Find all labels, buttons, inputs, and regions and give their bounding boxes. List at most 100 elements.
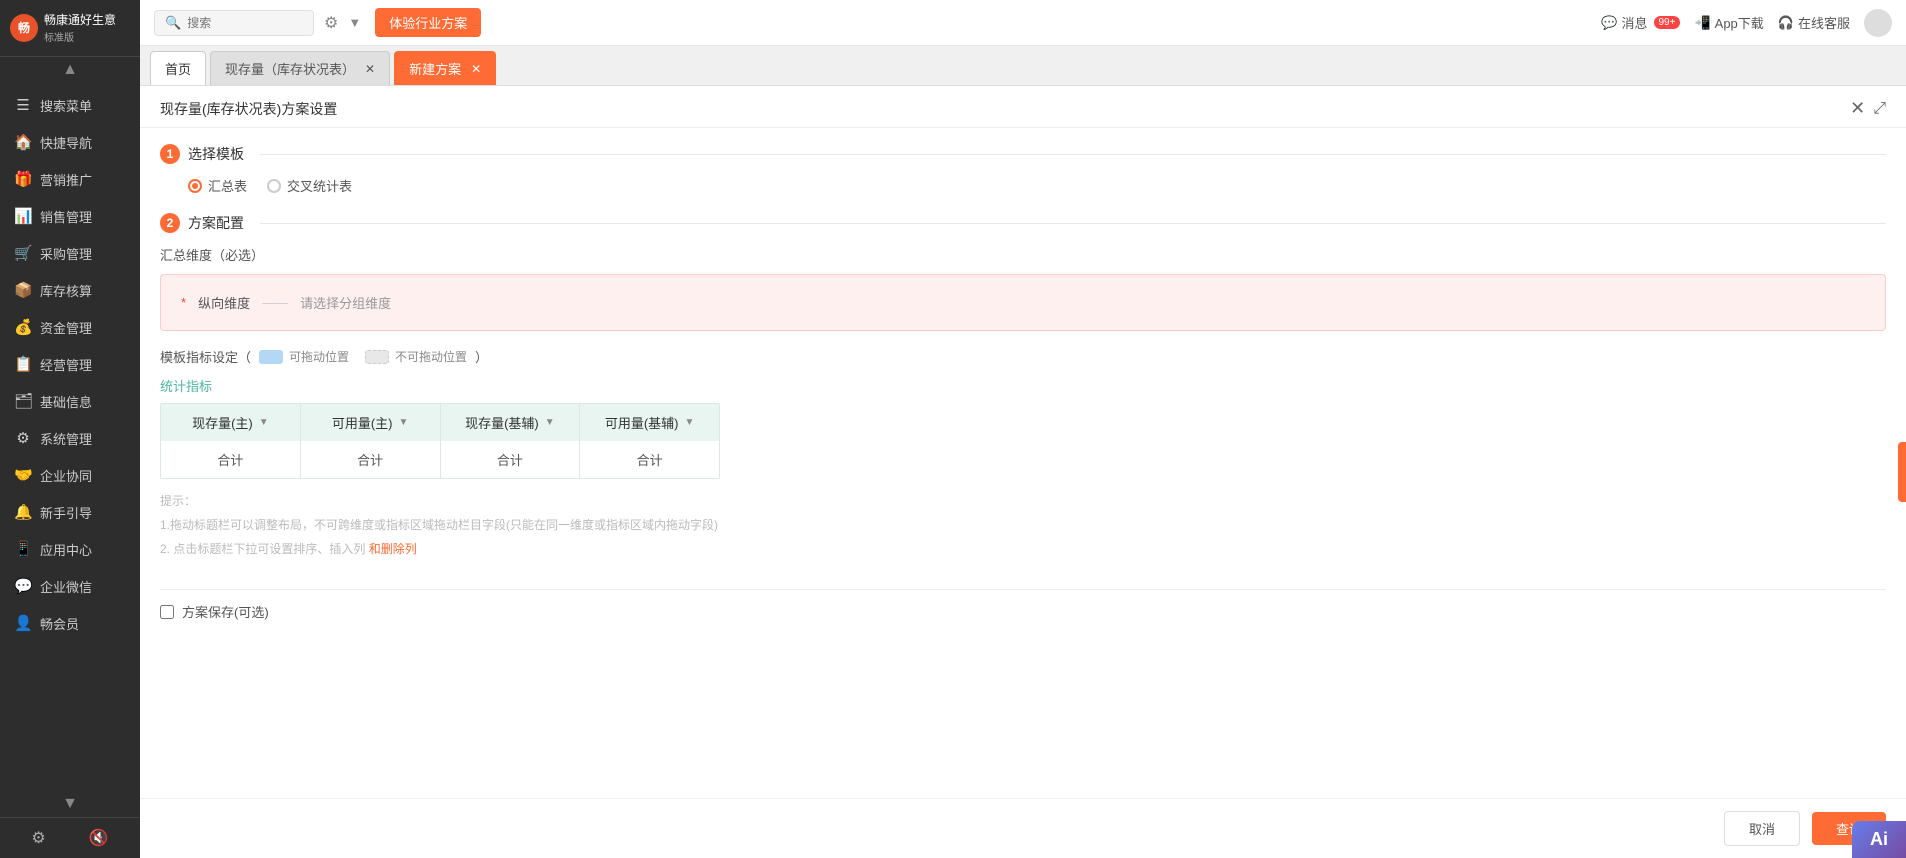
stats-header-label-3: 可用量(基辅)	[605, 413, 679, 432]
stats-table-body: 合计 合计 合计 合计	[161, 441, 719, 478]
page-header: 现存量(库存状况表)方案设置 ✕ ⤢	[140, 86, 1906, 128]
sidebar-item-quick-nav[interactable]: 🏠 快捷导航	[0, 124, 140, 161]
money-icon: 💰	[14, 318, 32, 336]
message-icon: 💬	[1601, 15, 1617, 31]
chevron-down-icon-3[interactable]: ▼	[685, 417, 695, 428]
page-header-controls: ✕ ⤢	[1850, 98, 1886, 119]
settings-icon[interactable]: ⚙	[324, 13, 338, 33]
cancel-button[interactable]: 取消	[1724, 811, 1800, 846]
metrics-config-label-text: 模板指标设定（	[160, 347, 251, 366]
dimension-placeholder[interactable]: 请选择分组维度	[300, 293, 391, 312]
tips-section: 提示： 1.拖动标题栏可以调整布局，不可跨维度或指标区域拖动栏目字段(只能在同一…	[160, 479, 1886, 571]
sidebar-item-search-menu[interactable]: ☰ 搜索菜单	[0, 87, 140, 124]
draggable-label: 可拖动位置	[289, 348, 349, 365]
sidebar-item-system[interactable]: ⚙ 系统管理	[0, 420, 140, 457]
user-icon: 👤	[14, 614, 32, 632]
tip2-highlight: 和删除列	[369, 542, 417, 556]
stats-header-col-0[interactable]: 现存量(主) ▼	[161, 404, 301, 441]
sidebar-item-member[interactable]: 👤 畅会员	[0, 605, 140, 642]
trial-button[interactable]: 体验行业方案	[375, 8, 481, 37]
stats-header-col-3[interactable]: 可用量(基辅) ▼	[580, 404, 719, 441]
ai-badge[interactable]: Ai	[1852, 821, 1906, 858]
main-area: 🔍 ⚙ ▼ 体验行业方案 💬 消息 99+ 📲 App下载 🎧 在线客服	[140, 0, 1906, 858]
metrics-config-suffix: ）	[475, 347, 488, 366]
sidebar-scroll-up[interactable]: ▲	[0, 57, 140, 83]
chart-icon: 📊	[14, 207, 32, 225]
section2-header: 2 方案配置	[160, 213, 1886, 233]
sidebar-item-label: 畅会员	[40, 614, 79, 633]
search-icon: 🔍	[165, 15, 181, 31]
sidebar-item-label: 销售管理	[40, 207, 92, 226]
home-icon: 🏠	[14, 133, 32, 151]
sidebar-item-basic-info[interactable]: 🗂 基础信息	[0, 383, 140, 420]
sound-button[interactable]: 🔇	[89, 828, 109, 848]
chevron-down-icon-2[interactable]: ▼	[545, 417, 555, 428]
stats-section-label: 统计指标	[160, 376, 1886, 395]
message-action[interactable]: 💬 消息 99+	[1601, 13, 1680, 32]
radio-summary-circle	[188, 179, 202, 193]
tab-close-new-scheme[interactable]: ✕	[471, 62, 481, 76]
settings-button[interactable]: ⚙	[31, 828, 45, 848]
sidebar-item-app-center[interactable]: 📱 应用中心	[0, 531, 140, 568]
save-option: 方案保存(可选)	[160, 589, 1886, 633]
right-scroll-handle[interactable]	[1898, 442, 1906, 502]
header-expand-button[interactable]: ⤢	[1873, 98, 1886, 119]
chevron-down-icon-0[interactable]: ▼	[259, 417, 269, 428]
sidebar-item-corp-pact[interactable]: 🤝 企业协同	[0, 457, 140, 494]
bottom-actions: 取消 查询	[140, 798, 1906, 858]
app-download-action[interactable]: 📲 App下载	[1694, 13, 1763, 32]
chevron-down-icon-1[interactable]: ▼	[399, 417, 409, 428]
radio-cross[interactable]: 交叉统计表	[267, 176, 352, 195]
message-label: 消息	[1621, 13, 1647, 32]
template-options: 汇总表 交叉统计表	[160, 176, 1886, 195]
dimension-label: 汇总维度（必选）	[160, 245, 1886, 264]
sidebar-item-inventory[interactable]: 📦 库存核算	[0, 272, 140, 309]
online-service-action[interactable]: 🎧 在线客服	[1778, 13, 1850, 32]
clipboard-icon: 📋	[14, 355, 32, 373]
section1-divider	[260, 154, 1886, 155]
save-checkbox[interactable]	[160, 605, 174, 619]
section-scheme-config: 2 方案配置 汇总维度（必选） * 纵向维度 —— 请选择分组维度	[160, 213, 1886, 571]
sidebar-item-new-guide[interactable]: 🔔 新手引导	[0, 494, 140, 531]
sidebar-item-label: 应用中心	[40, 540, 92, 559]
header-close-button[interactable]: ✕	[1850, 98, 1865, 119]
radio-cross-label: 交叉统计表	[287, 176, 352, 195]
radio-summary-label: 汇总表	[208, 176, 247, 195]
radio-summary[interactable]: 汇总表	[188, 176, 247, 195]
box-icon: 📦	[14, 281, 32, 299]
dropdown-icon[interactable]: ▼	[348, 15, 361, 30]
section2-number: 2	[160, 213, 180, 233]
sidebar-item-marketing[interactable]: 🎁 营销推广	[0, 161, 140, 198]
search-input[interactable]	[187, 16, 287, 30]
sidebar-item-operations[interactable]: 📋 经营管理	[0, 346, 140, 383]
tip-label: 提示：	[160, 489, 1886, 513]
sidebar-item-label: 快捷导航	[40, 133, 92, 152]
section1-number: 1	[160, 144, 180, 164]
sidebar-item-sales[interactable]: 📊 销售管理	[0, 198, 140, 235]
wechat-icon: 💬	[14, 577, 32, 595]
sidebar-item-label: 库存核算	[40, 281, 92, 300]
form-body: 1 选择模板 汇总表 交叉统计表	[140, 128, 1906, 713]
dimension-config: 汇总维度（必选） * 纵向维度 —— 请选择分组维度 模板指标设定（	[160, 245, 1886, 479]
stats-header-col-1[interactable]: 可用量(主) ▼	[301, 404, 441, 441]
section1-title: 选择模板	[188, 144, 244, 164]
gear-icon: ⚙	[14, 429, 32, 447]
tab-bar: 首页 现存量（库存状况表） ✕ 新建方案 ✕	[140, 46, 1906, 86]
tab-home[interactable]: 首页	[150, 51, 206, 85]
app-download-label: App下载	[1715, 13, 1764, 32]
tab-close-inventory[interactable]: ✕	[365, 62, 375, 76]
sidebar-item-finance[interactable]: 💰 资金管理	[0, 309, 140, 346]
app-logo-icon: 畅	[10, 14, 38, 42]
stats-header-label-1: 可用量(主)	[332, 413, 393, 432]
tab-inventory-status[interactable]: 现存量（库存状况表） ✕	[210, 51, 390, 85]
sidebar-item-wechat[interactable]: 💬 企业微信	[0, 568, 140, 605]
sidebar-item-label: 系统管理	[40, 429, 92, 448]
stats-header-col-2[interactable]: 现存量(基辅) ▼	[441, 404, 581, 441]
tab-new-scheme[interactable]: 新建方案 ✕	[394, 51, 496, 85]
sidebar-item-purchase[interactable]: 🛒 采购管理	[0, 235, 140, 272]
sidebar: 畅 畅康通好生意 标准版 ▲ ☰ 搜索菜单 🏠 快捷导航 🎁 营销推广 📊 销售…	[0, 0, 140, 858]
sidebar-scroll-down[interactable]: ▼	[0, 791, 140, 817]
non-draggable-label: 不可拖动位置	[395, 348, 467, 365]
search-box[interactable]: 🔍	[154, 10, 314, 36]
user-avatar[interactable]	[1864, 9, 1892, 37]
